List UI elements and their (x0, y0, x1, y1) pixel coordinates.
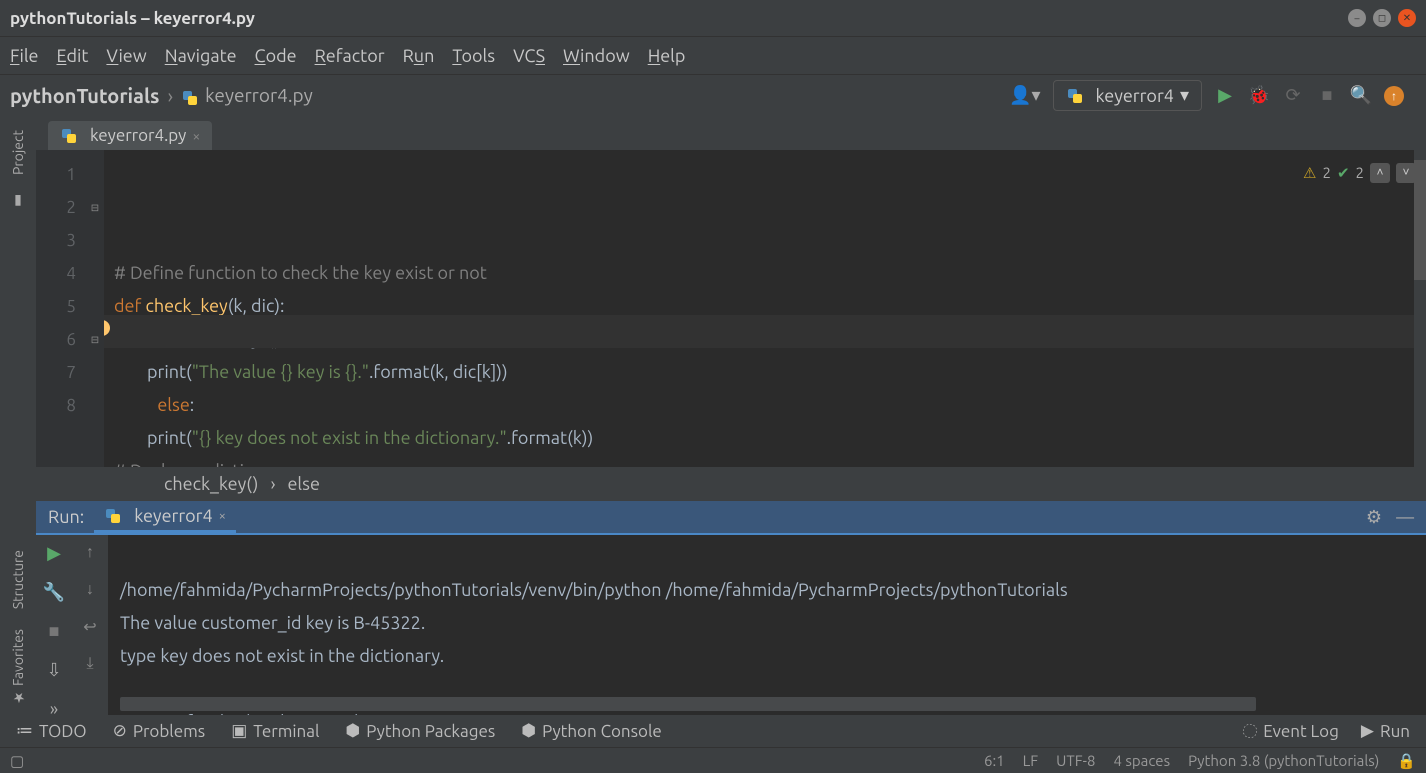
menu-navigate[interactable]: Navigate (165, 46, 237, 66)
line-ending[interactable]: LF (1023, 752, 1039, 770)
run-tool-header: Run: keyerror4 × ⚙ — (36, 501, 1426, 535)
fold-column[interactable]: ⊟ ⊟ (86, 150, 104, 467)
problems-tab[interactable]: ⊘ Problems (113, 721, 206, 741)
menu-file[interactable]: File (10, 46, 39, 66)
minimize-icon[interactable]: – (1348, 9, 1366, 27)
scroll-end-icon[interactable]: ⤓ (86, 654, 93, 673)
breadcrumb-file[interactable]: keyerror4.py (181, 84, 313, 107)
folder-icon[interactable]: ▮ (14, 191, 22, 208)
python-icon (104, 507, 122, 525)
menu-edit[interactable]: Edit (57, 46, 89, 66)
gear-icon[interactable]: ⚙ (1366, 507, 1382, 528)
editor-column: keyerror4.py × 12345678 ⊟ ⊟ # Define fun… (36, 116, 1426, 715)
python-packages-tab[interactable]: ⬢ Python Packages (345, 721, 495, 741)
tool-windows-icon[interactable]: ▢ (10, 752, 24, 770)
run-config-selector[interactable]: keyerror4 ▾ (1053, 80, 1202, 111)
run-label: Run: (48, 507, 84, 527)
hide-icon[interactable]: — (1396, 507, 1414, 528)
favorites-tool-button[interactable]: ★ Favorites (10, 619, 26, 715)
down-icon[interactable]: ↓ (86, 580, 94, 599)
titlebar: pythonTutorials – keyerror4.py – ◻ ✕ (0, 0, 1426, 36)
window-controls: – ◻ ✕ (1348, 9, 1416, 27)
search-icon[interactable]: 🔍 (1350, 85, 1372, 107)
python-file-icon (60, 127, 78, 145)
tab-label: keyerror4.py (90, 126, 186, 145)
close-run-tab-icon[interactable]: × (219, 509, 226, 523)
menu-view[interactable]: View (106, 46, 146, 66)
update-icon[interactable]: ↑ (1384, 86, 1404, 106)
statusbar: ▢ 6:1 LF UTF-8 4 spaces Python 3.8 (pyth… (0, 747, 1426, 773)
stop-run-button[interactable]: ■ (49, 621, 60, 642)
left-sidebar: Project ▮ Structure ★ Favorites (0, 116, 36, 715)
expand-icon[interactable]: » (50, 699, 58, 719)
python-console-tab[interactable]: ⬢ Python Console (521, 721, 662, 741)
inspection-widget[interactable]: ⚠2 ✔2 ˄ ˅ (1303, 156, 1416, 189)
indent[interactable]: 4 spaces (1113, 752, 1170, 770)
editor-tabs: keyerror4.py × (36, 116, 1426, 150)
maximize-icon[interactable]: ◻ (1373, 9, 1391, 27)
coverage-button[interactable]: ⟳ (1282, 85, 1304, 107)
soft-wrap-icon[interactable]: ↩ (83, 617, 96, 636)
run-tab-bottom[interactable]: ▶ Run (1361, 721, 1410, 741)
run-toolbar-1: ▶ 🔧 ■ ⇩ » (36, 535, 72, 715)
python-file-icon (181, 89, 199, 107)
code-area[interactable]: # Define function to check the key exist… (104, 150, 1426, 467)
editor-tab[interactable]: keyerror4.py × (48, 121, 212, 150)
user-icon[interactable]: 👤▾ (1009, 85, 1040, 106)
warning-icon: ⚠ (1303, 156, 1316, 189)
todo-tab[interactable]: ≔ TODO (16, 721, 87, 741)
interpreter[interactable]: Python 3.8 (pythonTutorials) (1188, 752, 1379, 770)
editor[interactable]: 12345678 ⊟ ⊟ # Define function to check … (36, 150, 1426, 467)
terminal-tab[interactable]: ▣ Terminal (231, 721, 319, 741)
scrollbar[interactable] (1414, 150, 1426, 467)
wrench-icon[interactable]: 🔧 (43, 582, 65, 603)
console-output[interactable]: /home/fahmida/PycharmProjects/pythonTuto… (108, 535, 1426, 715)
run-tab-label: keyerror4 (134, 506, 212, 526)
chevron-right-icon: › (270, 474, 275, 494)
chevron-right-icon: › (167, 84, 173, 107)
next-highlight-button[interactable]: ˅ (1396, 163, 1416, 183)
menu-code[interactable]: Code (255, 46, 297, 66)
encoding[interactable]: UTF-8 (1056, 752, 1095, 770)
run-config-label: keyerror4 (1096, 86, 1174, 106)
lock-icon[interactable]: 🔒 (1397, 752, 1416, 770)
line-gutter: 12345678 (36, 150, 86, 467)
toolbar-right: 👤▾ keyerror4 ▾ ▶ 🐞 ⟳ ■ 🔍 ↑ (1009, 80, 1416, 111)
breadcrumb-fn[interactable]: check_key() (164, 474, 258, 494)
stop-button[interactable]: ■ (1316, 85, 1338, 107)
close-icon[interactable]: ✕ (1398, 9, 1416, 27)
check-icon: ✔ (1337, 156, 1350, 189)
prev-highlight-button[interactable]: ˄ (1370, 163, 1390, 183)
editor-breadcrumbs: check_key() › else (36, 467, 1426, 501)
bottom-tool-tabs: ≔ TODO ⊘ Problems ▣ Terminal ⬢ Python Pa… (0, 715, 1426, 747)
horizontal-scrollbar[interactable] (120, 697, 1256, 711)
event-log-tab[interactable]: ◌ Event Log (1243, 721, 1339, 741)
run-button[interactable]: ▶ (1214, 85, 1236, 107)
rerun-button[interactable]: ▶ (47, 543, 61, 564)
structure-tool-button[interactable]: Structure (10, 540, 26, 619)
breadcrumb-else[interactable]: else (288, 474, 320, 494)
run-tool-body: ▶ 🔧 ■ ⇩ » ↑ ↓ ↩ ⤓ /home/fahmida/PycharmP… (36, 535, 1426, 715)
window-title: pythonTutorials – keyerror4.py (10, 9, 255, 28)
chevron-down-icon: ▾ (1180, 85, 1189, 106)
caret-position[interactable]: 6:1 (984, 752, 1005, 770)
run-toolbar-2: ↑ ↓ ↩ ⤓ (72, 535, 108, 715)
menu-help[interactable]: Help (648, 46, 686, 66)
navbar: pythonTutorials › keyerror4.py 👤▾ keyerr… (0, 74, 1426, 116)
export-icon[interactable]: ⇩ (46, 660, 61, 681)
menu-refactor[interactable]: Refactor (315, 46, 385, 66)
menu-tools[interactable]: Tools (452, 46, 495, 66)
up-icon[interactable]: ↑ (86, 543, 94, 562)
menu-vcs[interactable]: VCS (513, 46, 545, 66)
menu-run[interactable]: Run (403, 46, 435, 66)
menubar: File Edit View Navigate Code Refactor Ru… (0, 36, 1426, 74)
close-tab-icon[interactable]: × (192, 128, 200, 144)
breadcrumb-root[interactable]: pythonTutorials (10, 84, 159, 107)
python-icon (1066, 87, 1084, 105)
main-area: Project ▮ Structure ★ Favorites keyerror… (0, 116, 1426, 715)
debug-button[interactable]: 🐞 (1248, 85, 1270, 107)
run-tab[interactable]: keyerror4 × (94, 502, 236, 533)
menu-window[interactable]: Window (563, 46, 630, 66)
project-tool-button[interactable]: Project (10, 120, 26, 185)
